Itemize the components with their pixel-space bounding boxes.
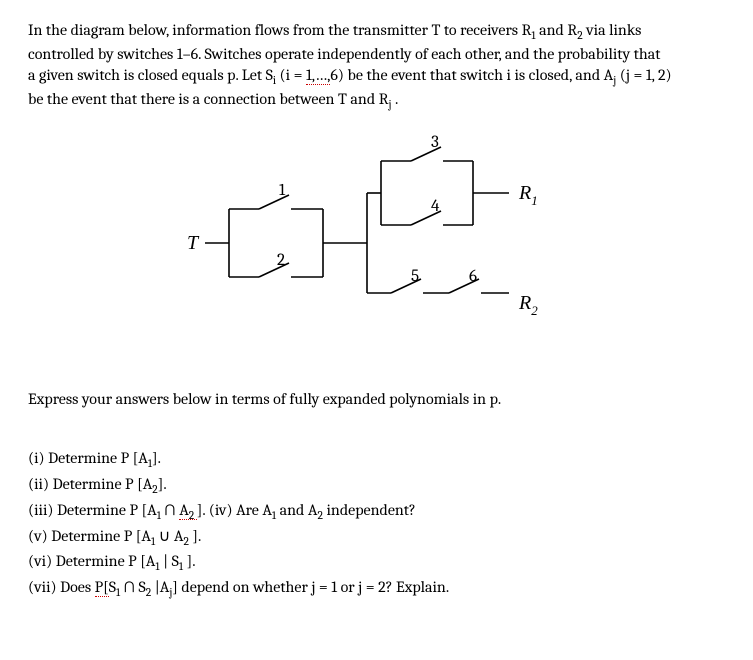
label-switch-6: 6 xyxy=(469,267,477,286)
text: ∩ xyxy=(161,501,179,519)
subscript: 2 xyxy=(189,509,197,522)
dotted-text: 1,…, xyxy=(306,66,330,85)
text: ∪ A xyxy=(155,527,183,545)
question-vi: (vi) Determine P [A1 | S1 ]. xyxy=(28,551,725,575)
text: ]. xyxy=(158,475,167,493)
text: ] depend on whether j = 1 or j = 2? Expl… xyxy=(172,578,449,596)
text: via links xyxy=(583,21,642,39)
text: a given switch is closed equals p. Let S xyxy=(28,66,273,84)
text: independent? xyxy=(323,501,416,519)
problem-intro: In the diagram below, information flows … xyxy=(28,20,725,113)
diagram-svg: T 1 2 3 4 5 6 R1 R2 xyxy=(167,131,587,341)
text: (j = 1, 2) xyxy=(616,66,671,84)
text: be the event that there is a connection … xyxy=(28,90,389,108)
text: S xyxy=(109,578,116,596)
circuit-diagram: T 1 2 3 4 5 6 R1 R2 xyxy=(28,131,725,341)
text: ∩ S xyxy=(120,578,146,596)
intro-line-1: In the diagram below, information flows … xyxy=(28,20,725,44)
question-ii: (ii) Determine P [A2]. xyxy=(28,474,725,498)
label-switch-3: 3 xyxy=(431,133,439,152)
label-switch-2: 2 xyxy=(277,251,285,270)
label-switch-4: 4 xyxy=(431,197,440,216)
question-iii-iv: (iii) Determine P [A1 ∩ A2 ]. (iv) Are A… xyxy=(28,500,725,524)
text: (vii) Does xyxy=(28,578,95,596)
text: (i = xyxy=(276,66,306,84)
dotted-text: A2 xyxy=(179,501,197,520)
label-switch-5: 5 xyxy=(411,267,419,286)
intro-line-2: controlled by switches 1–6. Switches ope… xyxy=(28,44,725,66)
question-vii: (vii) Does P[S1 ∩ S2 |Aj] depend on whet… xyxy=(28,577,725,601)
answer-instruction: Express your answers below in terms of f… xyxy=(28,389,725,411)
text: (ii) Determine P [A xyxy=(28,475,152,493)
dotted-text: P[ xyxy=(95,578,109,597)
text: (v) Determine P [A xyxy=(28,527,151,545)
text: (vi) Determine P [A xyxy=(28,552,155,570)
text: ]. (iv) Are A xyxy=(197,501,272,519)
label-R2: R2 xyxy=(518,292,538,318)
text: (iii) Determine P [A xyxy=(28,501,157,519)
text: ]. xyxy=(183,552,195,570)
label-T: T xyxy=(187,232,200,254)
text: ]. xyxy=(152,449,161,467)
intro-line-4: be the event that there is a connection … xyxy=(28,89,725,113)
label-switch-1: 1 xyxy=(279,181,286,200)
text: and A xyxy=(276,501,317,519)
question-list: (i) Determine P [A1]. (ii) Determine P [… xyxy=(28,448,725,600)
label-R1: R1 xyxy=(518,182,538,208)
text: ]. xyxy=(189,527,201,545)
text: |A xyxy=(151,578,169,596)
text: (i) Determine P [A xyxy=(28,449,148,467)
text: In the diagram below, information flows … xyxy=(28,21,531,39)
question-v: (v) Determine P [A1 ∪ A2 ]. xyxy=(28,526,725,550)
text: 6) be the event that switch i is closed,… xyxy=(330,66,613,84)
text: and R xyxy=(536,21,578,39)
text: A xyxy=(179,501,189,519)
text: | S xyxy=(160,552,179,570)
text: . xyxy=(391,90,398,108)
intro-line-3: a given switch is closed equals p. Let S… xyxy=(28,65,725,89)
question-i: (i) Determine P [A1]. xyxy=(28,448,725,472)
